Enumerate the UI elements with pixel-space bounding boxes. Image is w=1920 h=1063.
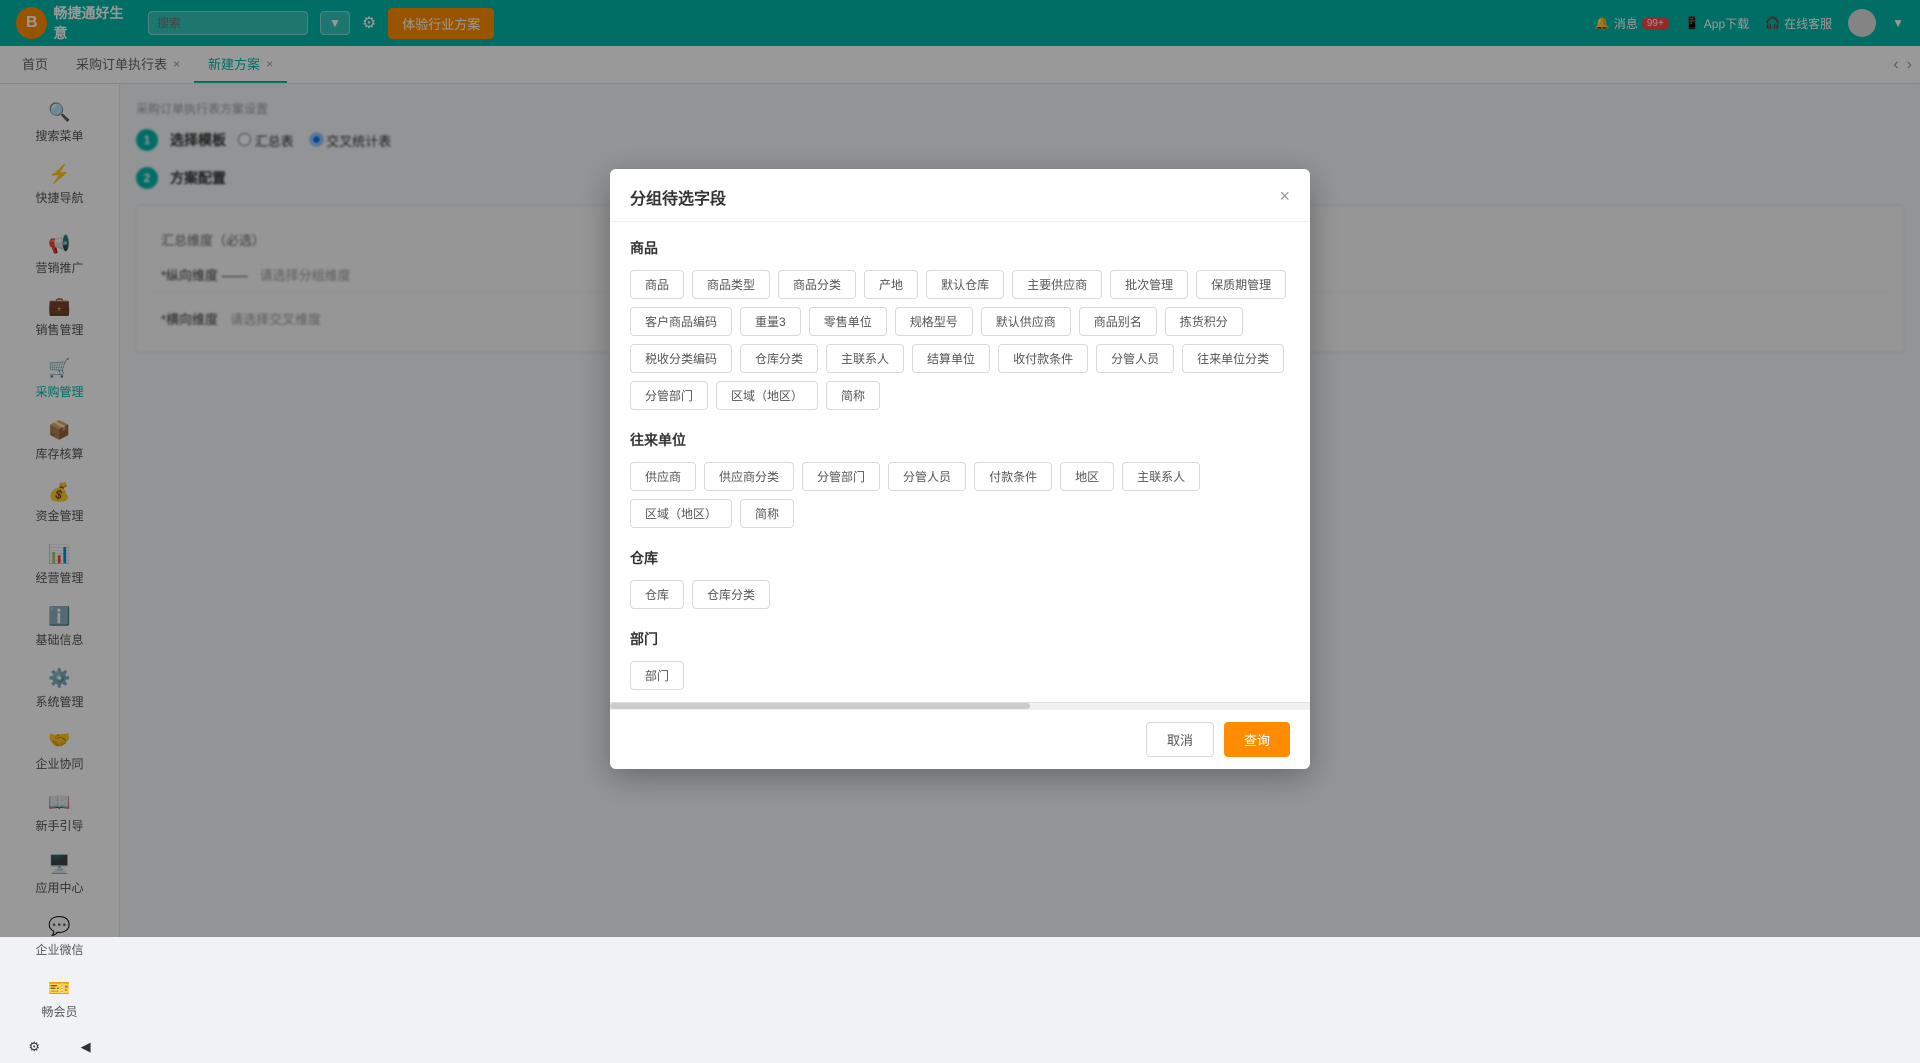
field-tag-pick-points[interactable]: 拣货积分: [1165, 307, 1243, 336]
section-warehouse-tags: 仓库 仓库分类: [630, 580, 1290, 609]
section-goods-title: 商品: [630, 238, 1290, 258]
sidebar-item-member[interactable]: 🎫 畅会员: [0, 968, 119, 1030]
field-tag-region[interactable]: 区域（地区）: [716, 381, 818, 410]
section-partner-tags: 供应商 供应商分类 分管部门 分管人员 付款条件 地区 主联系人 区域（地区） …: [630, 462, 1290, 528]
field-tag-main-supplier[interactable]: 主要供应商: [1012, 270, 1102, 299]
field-tag-warehouse-category[interactable]: 仓库分类: [740, 344, 818, 373]
section-partner-title: 往来单位: [630, 430, 1290, 450]
modal-horizontal-scrollbar[interactable]: [610, 702, 1310, 709]
sidebar-item-wechat-label: 企业微信: [35, 941, 83, 958]
sidebar-settings-icon[interactable]: ⚙: [28, 1039, 40, 1055]
sidebar-bottom: ⚙ ◀: [0, 1030, 119, 1063]
field-tag-partner-contact[interactable]: 主联系人: [1122, 462, 1200, 491]
field-tag-default-supplier[interactable]: 默认供应商: [981, 307, 1071, 336]
field-tag-partner-category[interactable]: 往来单位分类: [1182, 344, 1284, 373]
section-department-tags: 部门: [630, 661, 1290, 690]
field-tag-goods-category[interactable]: 商品分类: [778, 270, 856, 299]
modal-footer: 取消 查询: [610, 709, 1310, 769]
field-tag-goods-alias[interactable]: 商品别名: [1079, 307, 1157, 336]
field-tag-default-warehouse[interactable]: 默认仓库: [926, 270, 1004, 299]
field-tag-batch-mgmt[interactable]: 批次管理: [1110, 270, 1188, 299]
section-department-title: 部门: [630, 629, 1290, 649]
modal-close-button[interactable]: ×: [1279, 186, 1290, 207]
field-tag-warehouse-cat[interactable]: 仓库分类: [692, 580, 770, 609]
hscroll-thumb: [610, 703, 1030, 709]
field-tag-partner-abbr[interactable]: 简称: [740, 499, 794, 528]
section-department: 部门 部门: [630, 629, 1290, 690]
field-tag-quality-mgmt[interactable]: 保质期管理: [1196, 270, 1286, 299]
section-goods-tags: 商品 商品类型 商品分类 产地 默认仓库 主要供应商 批次管理 保质期管理 客户…: [630, 270, 1290, 410]
field-tag-spec-model[interactable]: 规格型号: [895, 307, 973, 336]
section-goods: 商品 商品 商品类型 商品分类 产地 默认仓库 主要供应商 批次管理 保质期管理…: [630, 238, 1290, 410]
field-tag-goods[interactable]: 商品: [630, 270, 684, 299]
field-tag-retail-unit[interactable]: 零售单位: [809, 307, 887, 336]
field-tag-abbr[interactable]: 简称: [826, 381, 880, 410]
field-tag-partner-payment[interactable]: 付款条件: [974, 462, 1052, 491]
field-tag-department[interactable]: 部门: [630, 661, 684, 690]
field-tag-warehouse[interactable]: 仓库: [630, 580, 684, 609]
field-tag-supplier[interactable]: 供应商: [630, 462, 696, 491]
field-tag-partner-dept[interactable]: 分管部门: [802, 462, 880, 491]
modal-overlay: 分组待选字段 × 商品 商品 商品类型 商品分类 产地 默认仓库 主要供应商 批…: [0, 0, 1920, 937]
field-tag-main-contact[interactable]: 主联系人: [826, 344, 904, 373]
cancel-button[interactable]: 取消: [1146, 722, 1214, 757]
sidebar-item-member-label: 畅会员: [41, 1003, 77, 1020]
member-icon: 🎫: [48, 978, 70, 999]
modal: 分组待选字段 × 商品 商品 商品类型 商品分类 产地 默认仓库 主要供应商 批…: [610, 169, 1310, 769]
modal-title: 分组待选字段: [630, 185, 726, 209]
field-tag-weight3[interactable]: 重量3: [740, 307, 801, 336]
field-tag-payment-terms[interactable]: 收付款条件: [998, 344, 1088, 373]
field-tag-manager[interactable]: 分管人员: [1096, 344, 1174, 373]
field-tag-origin[interactable]: 产地: [864, 270, 918, 299]
field-tag-partner-area[interactable]: 地区: [1060, 462, 1114, 491]
field-tag-partner-manager[interactable]: 分管人员: [888, 462, 966, 491]
field-tag-supplier-category[interactable]: 供应商分类: [704, 462, 794, 491]
confirm-button[interactable]: 查询: [1224, 722, 1290, 757]
modal-body: 商品 商品 商品类型 商品分类 产地 默认仓库 主要供应商 批次管理 保质期管理…: [610, 222, 1310, 702]
modal-header: 分组待选字段 ×: [610, 169, 1310, 222]
sidebar-collapse-icon[interactable]: ◀: [81, 1039, 91, 1055]
section-warehouse: 仓库 仓库 仓库分类: [630, 548, 1290, 609]
section-partner: 往来单位 供应商 供应商分类 分管部门 分管人员 付款条件 地区 主联系人 区域…: [630, 430, 1290, 528]
field-tag-partner-region[interactable]: 区域（地区）: [630, 499, 732, 528]
field-tag-settlement-unit[interactable]: 结算单位: [912, 344, 990, 373]
field-tag-tax-code[interactable]: 税收分类编码: [630, 344, 732, 373]
section-warehouse-title: 仓库: [630, 548, 1290, 568]
field-tag-goods-type[interactable]: 商品类型: [692, 270, 770, 299]
field-tag-customer-code[interactable]: 客户商品编码: [630, 307, 732, 336]
field-tag-dept[interactable]: 分管部门: [630, 381, 708, 410]
